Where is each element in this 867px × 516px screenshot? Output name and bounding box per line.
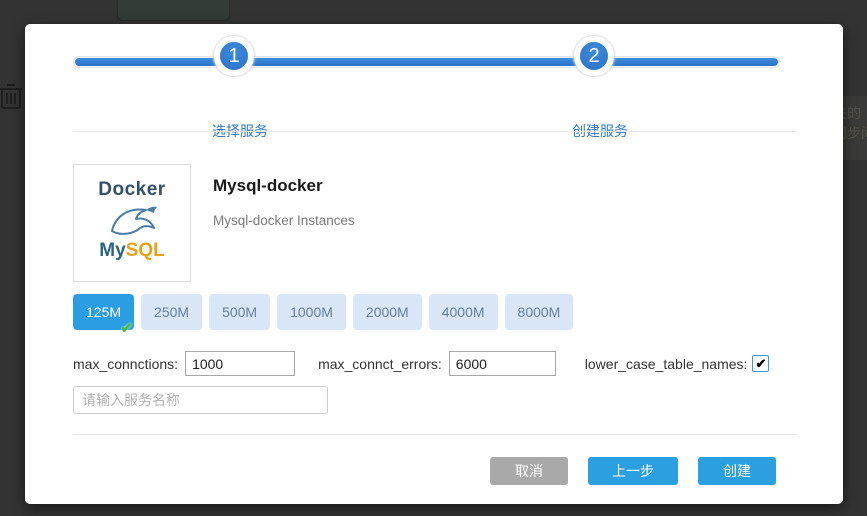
memory-option-500m[interactable]: 500M — [209, 294, 271, 330]
stepper-progress-bar — [75, 58, 778, 66]
max-connect-errors-label: max_connct_errors: — [318, 355, 442, 372]
service-logo-card: Docker MySQL — [73, 164, 191, 282]
memory-option-label: 125M — [86, 304, 122, 320]
lower-case-table-names-label: lower_case_table_names: — [584, 355, 748, 372]
memory-option-250m[interactable]: 250M — [141, 294, 203, 330]
memory-option-8000m[interactable]: 8000M — [504, 294, 574, 330]
memory-options-row: 125M ✔ 250M 500M 1000M 2000M 4000M 8000M — [73, 294, 574, 337]
mysql-wordmark-sql: SQL — [125, 240, 165, 261]
config-form-row: max_connctions: max_connct_errors: lower… — [73, 350, 770, 377]
memory-option-4000m[interactable]: 4000M — [428, 294, 498, 330]
dialog-footer: 取消 上一步 创建 — [490, 457, 776, 485]
create-button[interactable]: 创建 — [698, 457, 776, 485]
mysql-wordmark-my: My — [99, 240, 126, 261]
step-2-circle[interactable]: 2 — [574, 36, 614, 76]
service-name-input[interactable] — [73, 386, 328, 414]
trash-icon — [0, 84, 22, 109]
stepper-track — [73, 56, 780, 68]
service-title: Mysql-docker — [213, 176, 323, 195]
max-connect-errors-input[interactable] — [448, 351, 556, 376]
memory-option-125m[interactable]: 125M ✔ — [73, 294, 135, 337]
service-subtitle: Mysql-docker Instances — [213, 213, 355, 228]
mysql-dolphin-icon — [111, 206, 157, 235]
footer-divider — [73, 434, 797, 435]
cancel-button[interactable]: 取消 — [490, 457, 568, 485]
background-button-shape — [117, 0, 230, 21]
lower-case-table-names-checkbox[interactable]: ✔ — [752, 355, 770, 372]
memory-option-2000m[interactable]: 2000M — [352, 294, 422, 330]
memory-option-1000m[interactable]: 1000M — [277, 294, 346, 330]
previous-step-button[interactable]: 上一步 — [588, 457, 678, 485]
mysql-wordmark: MySQL — [74, 240, 190, 262]
step-1-circle[interactable]: 1 — [214, 36, 254, 76]
create-service-dialog: 1 2 选择服务 创建服务 Docker MySQL Mysql-docker … — [25, 24, 843, 504]
header-divider — [73, 131, 797, 132]
background-clipped-text: 失的 同步间 — [841, 105, 867, 141]
max-connections-input[interactable] — [185, 351, 296, 376]
docker-wordmark: Docker — [98, 179, 166, 200]
max-connections-label: max_connctions: — [73, 355, 179, 372]
selected-check-icon: ✔ — [120, 320, 134, 337]
